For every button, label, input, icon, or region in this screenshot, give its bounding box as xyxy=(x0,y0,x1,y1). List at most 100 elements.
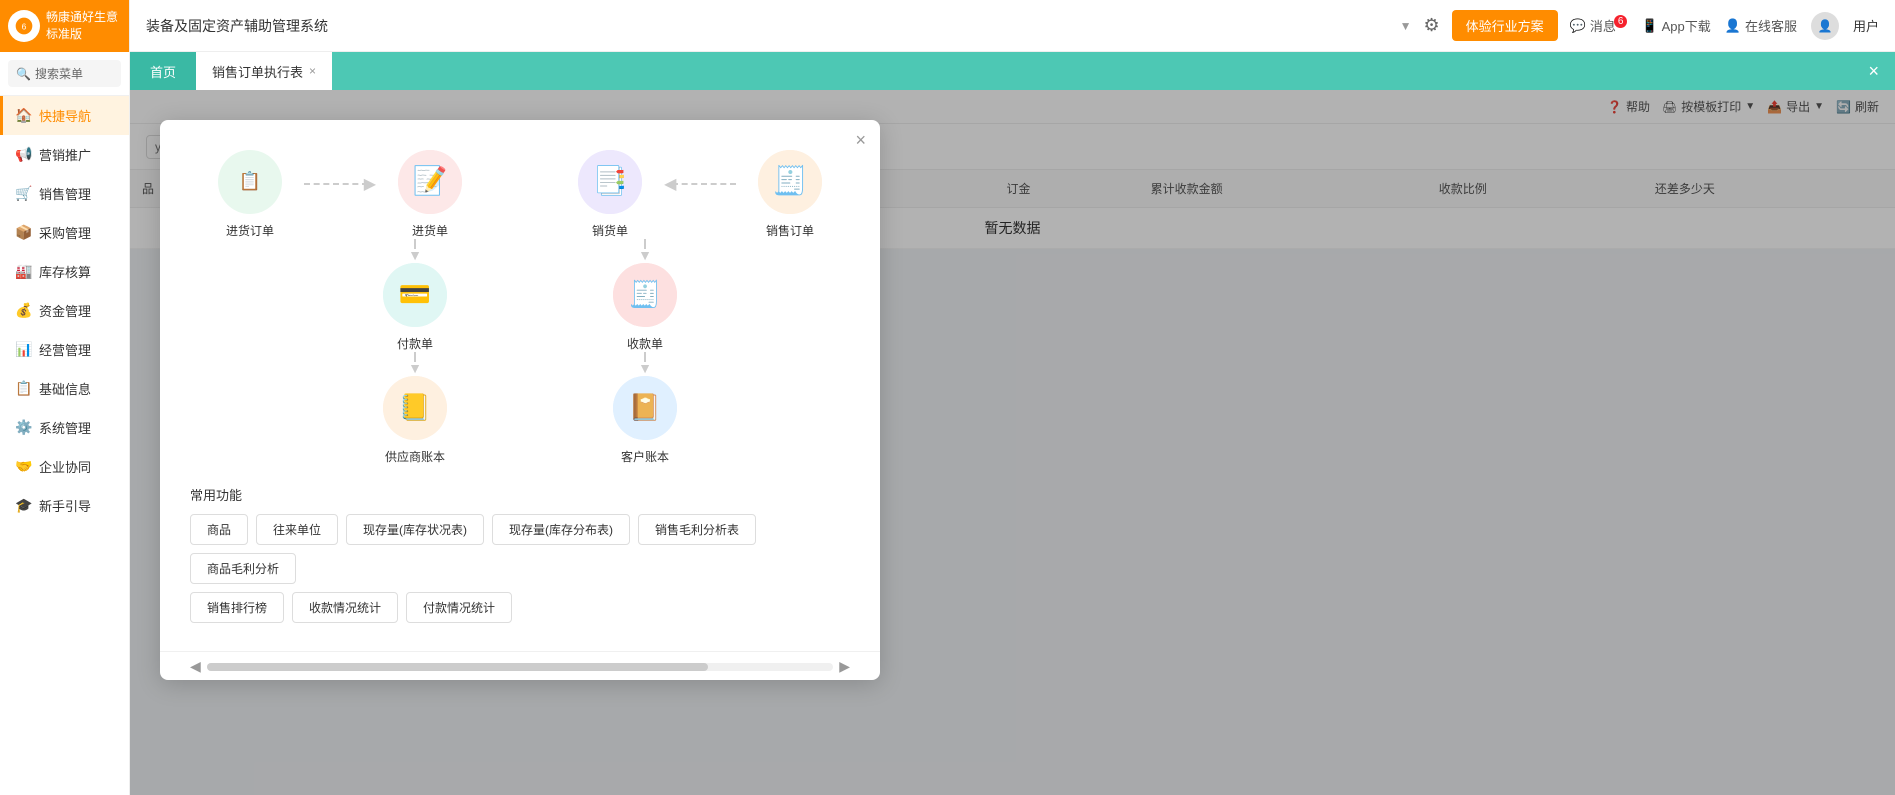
content-area: ❓ 帮助 🖨 按模板打印 ▼ 📤 导出 ▼ 🔄 刷新 xyxy=(130,90,1895,795)
sidebar-item-label: 资金管理 xyxy=(39,301,91,320)
app-download-button[interactable]: 📱 App下载 xyxy=(1641,16,1710,35)
app-download-label: App下载 xyxy=(1662,16,1711,35)
sidebar-item-label: 销售管理 xyxy=(39,184,91,203)
finance-icon: 💰 xyxy=(15,302,33,320)
sidebar-item-finance[interactable]: 💰 资金管理 xyxy=(0,291,129,330)
settings-icon[interactable]: ⚙ xyxy=(1424,15,1440,36)
svg-text:📔: 📔 xyxy=(629,392,661,422)
quick-nav-icon: 🏠 xyxy=(15,107,33,125)
sidebar-item-label: 库存核算 xyxy=(39,262,91,281)
btn-payment-stats[interactable]: 付款情况统计 xyxy=(406,592,512,623)
message-badge: 6 xyxy=(1614,15,1628,28)
svg-text:💳: 💳 xyxy=(399,279,431,309)
sales-order-label: 销售订单 xyxy=(766,222,814,239)
sidebar-item-system[interactable]: ⚙️ 系统管理 xyxy=(0,408,129,447)
tab-home[interactable]: 首页 xyxy=(130,52,196,90)
message-icon: 💬 xyxy=(1570,18,1586,34)
window-close-button[interactable]: × xyxy=(1868,61,1895,82)
dropdown-icon: ▼ xyxy=(1400,19,1412,33)
message-button[interactable]: 💬 消息 6 xyxy=(1570,16,1628,35)
tab-home-label: 首页 xyxy=(150,62,176,81)
payment-bill-label: 付款单 xyxy=(397,335,433,352)
purchase-order-label: 进货订单 xyxy=(226,222,274,239)
btn-contacts[interactable]: 往来单位 xyxy=(256,514,338,545)
flow-node-purchase-bill: 📝 进货单 xyxy=(380,150,480,239)
sidebar-item-enterprise[interactable]: 🤝 企业协同 xyxy=(0,447,129,486)
scrollbar-track xyxy=(207,663,833,671)
try-plan-button[interactable]: 体验行业方案 xyxy=(1452,10,1558,41)
common-functions-buttons-row2: 销售排行榜 收款情况统计 付款情况统计 xyxy=(190,592,850,623)
sales-order-icon: 🧾 xyxy=(758,150,822,214)
sidebar-item-label: 新手引导 xyxy=(39,496,91,515)
customer-ledger-icon: 📔 xyxy=(613,376,677,440)
app-logo-icon: 6 xyxy=(8,10,40,42)
btn-sales-profit-analysis[interactable]: 销售毛利分析表 xyxy=(638,514,756,545)
modal-scrollbar: ◀ ▶ xyxy=(160,651,880,680)
sidebar-logo: 6 畅康通好生意 标准版 xyxy=(0,0,129,52)
svg-text:📑: 📑 xyxy=(593,164,628,197)
sidebar-item-quick-nav[interactable]: 🏠 快捷导航 xyxy=(0,96,129,135)
flow-node-payment-bill: 💳 付款单 xyxy=(365,263,465,352)
flow-node-sales-order: 🧾 销售订单 xyxy=(740,150,840,239)
sidebar-item-label: 企业协同 xyxy=(39,457,91,476)
flow-node-purchase-order: 📋 进货订单 xyxy=(200,150,300,239)
download-icon: 📱 xyxy=(1641,18,1657,34)
svg-text:📝: 📝 xyxy=(413,164,448,197)
sidebar: 6 畅康通好生意 标准版 🔍 搜索菜单 🏠 快捷导航 📢 营销推广 � xyxy=(0,0,130,795)
flow-section: 📋 进货订单 ▶ 📝 xyxy=(160,120,880,485)
tab-close-icon[interactable]: × xyxy=(309,64,316,78)
sidebar-item-basic-info[interactable]: 📋 基础信息 xyxy=(0,369,129,408)
marketing-icon: 📢 xyxy=(15,146,33,164)
purchase-order-icon: 📋 xyxy=(218,150,282,214)
scroll-left-arrow[interactable]: ◀ xyxy=(190,658,201,675)
avatar-icon: 👤 xyxy=(1818,19,1833,33)
online-service-label: 在线客服 xyxy=(1745,16,1797,35)
sidebar-item-operations[interactable]: 📊 经营管理 xyxy=(0,330,129,369)
sales-bill-icon: 📑 xyxy=(578,150,642,214)
supplier-ledger-icon: 📒 xyxy=(383,376,447,440)
purchase-icon: 📦 xyxy=(15,224,33,242)
online-service-button[interactable]: 👤 在线客服 xyxy=(1725,16,1797,35)
btn-sales-ranking[interactable]: 销售排行榜 xyxy=(190,592,284,623)
sidebar-item-inventory[interactable]: 🏭 库存核算 xyxy=(0,252,129,291)
enterprise-icon: 🤝 xyxy=(15,458,33,476)
tab-sales-order[interactable]: 销售订单执行表 × xyxy=(196,52,332,90)
modal-box: × 📋 进货订单 xyxy=(160,120,880,680)
scroll-right-arrow[interactable]: ▶ xyxy=(839,658,850,675)
btn-product-profit-analysis[interactable]: 商品毛利分析 xyxy=(190,553,296,584)
customer-ledger-label: 客户账本 xyxy=(621,448,669,465)
sidebar-item-sales[interactable]: 🛒 销售管理 xyxy=(0,174,129,213)
modal-close-button[interactable]: × xyxy=(855,130,866,151)
scrollbar-thumb[interactable] xyxy=(207,663,708,671)
sidebar-item-guide[interactable]: 🎓 新手引导 xyxy=(0,486,129,525)
sales-icon: 🛒 xyxy=(15,185,33,203)
avatar[interactable]: 👤 xyxy=(1811,12,1839,40)
btn-stock-status[interactable]: 现存量(库存状况表) xyxy=(346,514,484,545)
arrow-h-2: ▶ xyxy=(660,174,740,194)
guide-icon: 🎓 xyxy=(15,497,33,515)
modal-overlay: × 📋 进货订单 xyxy=(130,90,1895,795)
sidebar-item-purchase[interactable]: 📦 采购管理 xyxy=(0,213,129,252)
user-name: 用户 xyxy=(1853,16,1879,35)
search-menu-button[interactable]: 🔍 搜索菜单 xyxy=(8,60,121,87)
flow-node-supplier-ledger: 📒 供应商账本 xyxy=(365,376,465,465)
btn-stock-distribution[interactable]: 现存量(库存分布表) xyxy=(492,514,630,545)
flow-node-customer-ledger: 📔 客户账本 xyxy=(595,376,695,465)
btn-receipt-stats[interactable]: 收款情况统计 xyxy=(292,592,398,623)
flow-node-sales-bill: 📑 销货单 xyxy=(560,150,660,239)
inventory-icon: 🏭 xyxy=(15,263,33,281)
receipt-bill-label: 收款单 xyxy=(627,335,663,352)
sidebar-item-marketing[interactable]: 📢 营销推广 xyxy=(0,135,129,174)
system-title: 装备及固定资产辅助管理系统 xyxy=(146,16,1388,36)
btn-product[interactable]: 商品 xyxy=(190,514,248,545)
svg-text:🧾: 🧾 xyxy=(773,164,808,197)
sidebar-item-label: 采购管理 xyxy=(39,223,91,242)
payment-bill-icon: 💳 xyxy=(383,263,447,327)
sidebar-item-label: 经营管理 xyxy=(39,340,91,359)
svg-text:📒: 📒 xyxy=(399,392,431,422)
operations-icon: 📊 xyxy=(15,341,33,359)
receipt-bill-icon: 🧾 xyxy=(613,263,677,327)
svg-text:6: 6 xyxy=(22,21,27,31)
arrow-h-1: ▶ xyxy=(300,174,380,194)
svg-text:📋: 📋 xyxy=(239,170,261,191)
